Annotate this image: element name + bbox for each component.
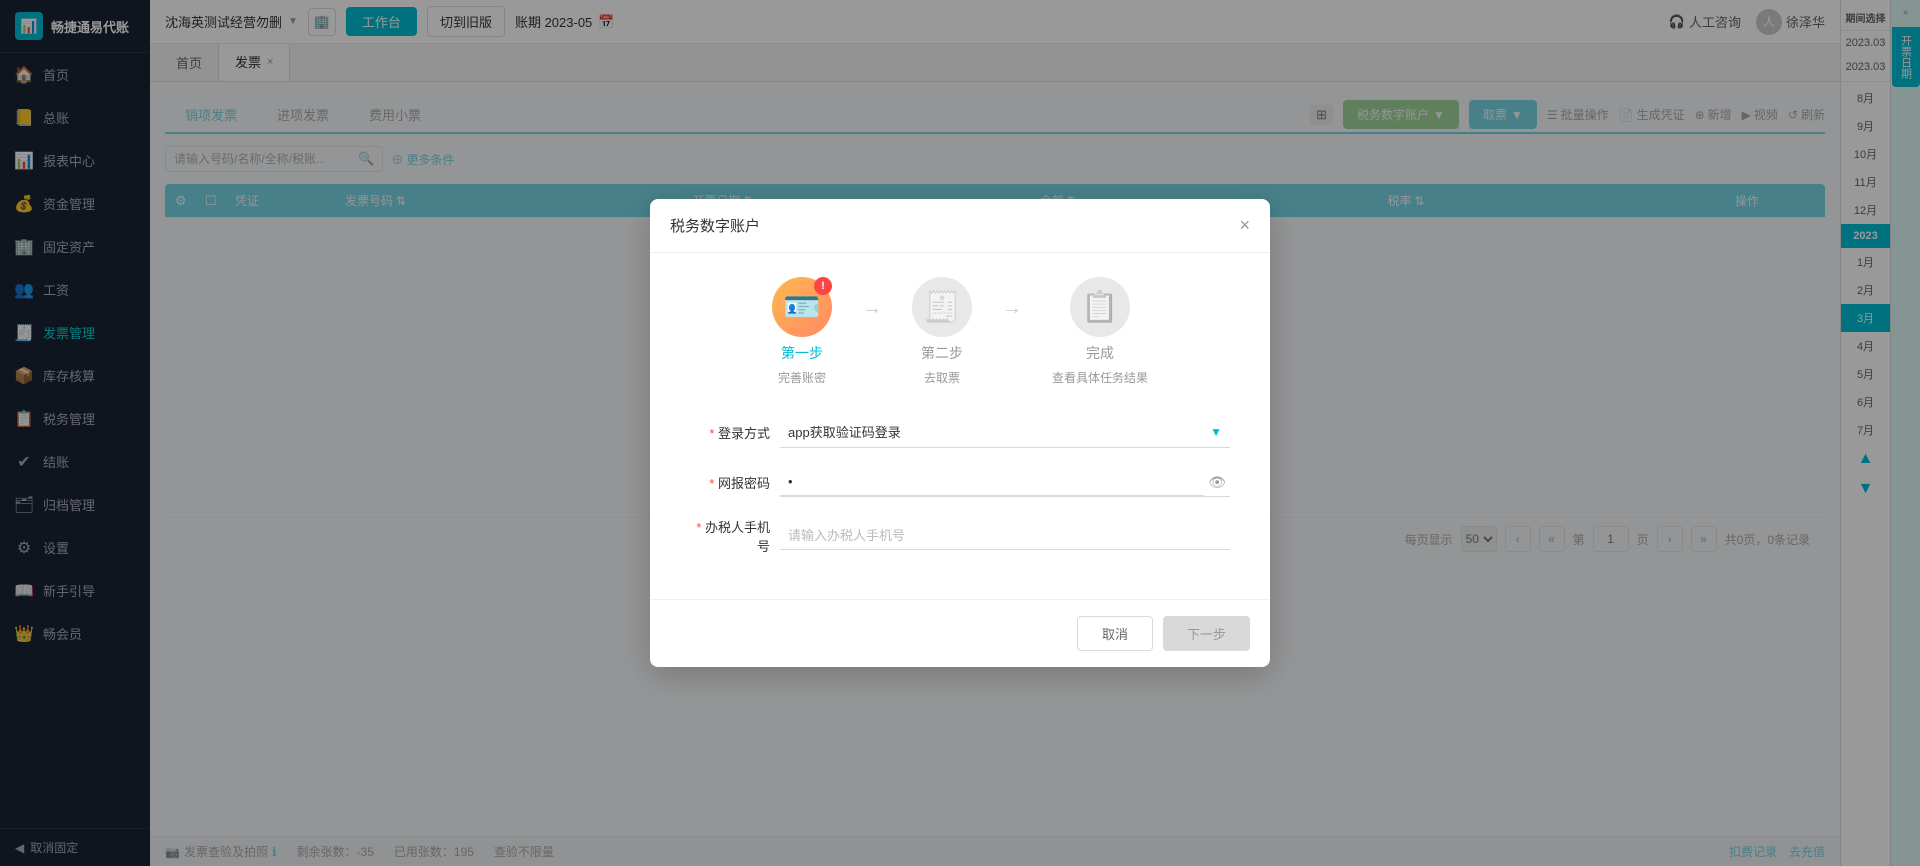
step2-desc: 去取票 [924, 369, 960, 386]
modal-overlay: 税务数字账户 × 🪪 ! 第一步 完善账密 → 🧾 [0, 0, 1920, 866]
phone-input[interactable] [780, 522, 1230, 550]
step-2: 🧾 第二步 去取票 [912, 277, 972, 386]
step-arrow-2: → [972, 277, 1052, 320]
login-method-arrow: ▼ [1210, 425, 1222, 439]
eye-toggle-icon[interactable]: 👁 [1204, 474, 1230, 491]
login-method-value: app获取验证码登录 [788, 422, 901, 441]
phone-row: 办税人手机号 [690, 517, 1230, 555]
steps-container: 🪪 ! 第一步 完善账密 → 🧾 第二步 去取票 → [690, 277, 1230, 386]
cancel-button[interactable]: 取消 [1077, 616, 1153, 651]
password-input-wrap: 👁 [780, 468, 1230, 497]
login-method-select[interactable]: app获取验证码登录 ▼ [780, 416, 1230, 448]
step3-icon: 📋 [1081, 290, 1118, 325]
step-arrow-1: → [832, 277, 912, 320]
tax-account-modal: 税务数字账户 × 🪪 ! 第一步 完善账密 → 🧾 [650, 199, 1270, 667]
password-label: 网报密码 [690, 473, 770, 492]
modal-title: 税务数字账户 [670, 215, 760, 236]
step1-label: 第一步 [781, 343, 823, 363]
password-row: 网报密码 👁 [690, 468, 1230, 497]
step3-desc: 查看具体任务结果 [1052, 369, 1148, 386]
step3-label: 完成 [1086, 343, 1114, 363]
step-1: 🪪 ! 第一步 完善账密 [772, 277, 832, 386]
step2-label: 第二步 [921, 343, 963, 363]
step3-icon-wrap: 📋 [1070, 277, 1130, 337]
step1-desc: 完善账密 [778, 369, 826, 386]
password-input[interactable] [780, 468, 1204, 496]
modal-footer: 取消 下一步 [650, 599, 1270, 667]
step-3: 📋 完成 查看具体任务结果 [1052, 277, 1148, 386]
step2-icon: 🧾 [923, 290, 960, 325]
login-method-label: 登录方式 [690, 423, 770, 442]
modal-header: 税务数字账户 × [650, 199, 1270, 253]
modal-body: 🪪 ! 第一步 完善账密 → 🧾 第二步 去取票 → [650, 253, 1270, 599]
phone-label: 办税人手机号 [690, 517, 770, 555]
step1-icon: 🪪 [783, 290, 820, 325]
modal-close-button[interactable]: × [1239, 215, 1250, 236]
step1-icon-wrap: 🪪 ! [772, 277, 832, 337]
next-button[interactable]: 下一步 [1163, 616, 1250, 651]
step1-badge: ! [814, 277, 832, 295]
step2-icon-wrap: 🧾 [912, 277, 972, 337]
login-method-row: 登录方式 app获取验证码登录 ▼ [690, 416, 1230, 448]
